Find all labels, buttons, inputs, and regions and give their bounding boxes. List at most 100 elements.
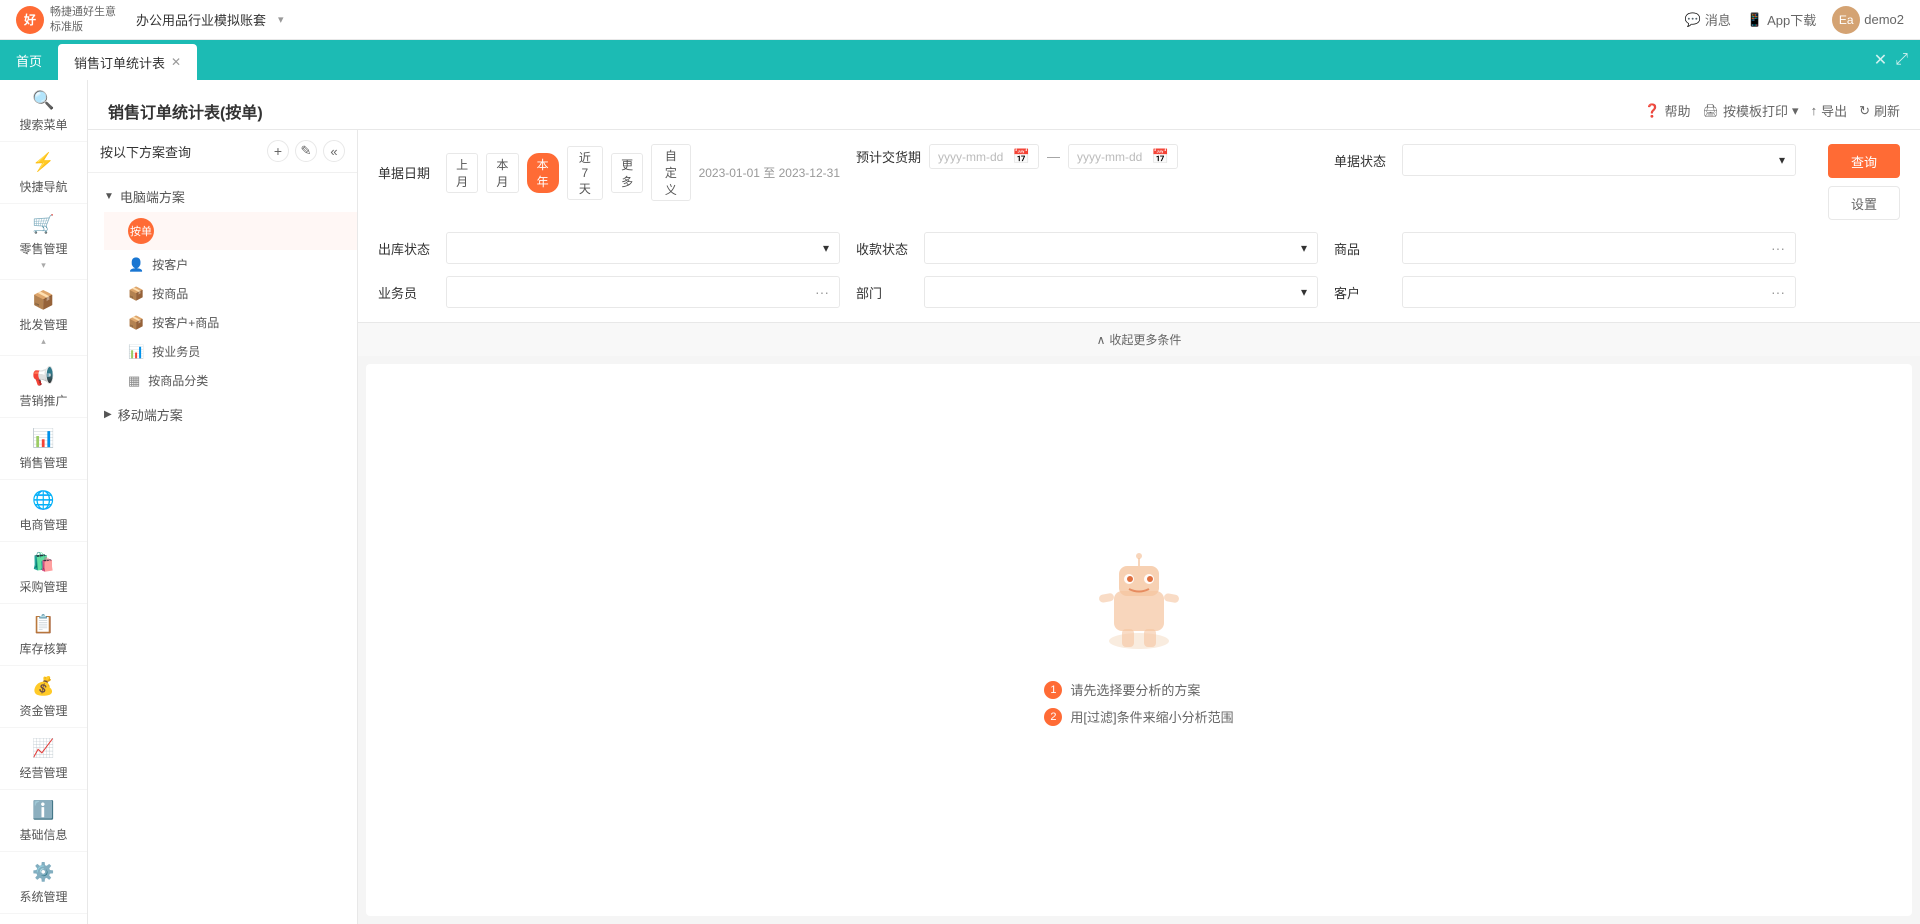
tree-parent-pc[interactable]: ▼ 电脑端方案: [88, 181, 357, 212]
page-title: 销售订单统计表(按单): [108, 99, 263, 123]
sidebar-item-inventory[interactable]: 📋 库存核算: [0, 604, 87, 666]
sidebar-item-search-menu[interactable]: 🔍 搜索菜单: [0, 80, 87, 142]
category-icon: ▦: [128, 373, 140, 389]
scheme-item-by-customer[interactable]: 👤 按客户: [104, 250, 357, 279]
left-panel-header: 按以下方案查询 + ✎ «: [88, 130, 357, 173]
tree-parent-mobile[interactable]: ▶ 移动端方案: [88, 399, 357, 430]
payment-status-chevron-icon: ▾: [1301, 241, 1307, 255]
expected-date-end[interactable]: yyyy-mm-dd 📅: [1068, 144, 1178, 169]
collapse-conditions-button[interactable]: ∧ 收起更多条件: [358, 322, 1920, 356]
date-btn-this-year[interactable]: 本年: [527, 153, 559, 193]
print-icon: 🖨: [1703, 103, 1720, 119]
cust-goods-icon: 📦: [128, 315, 144, 331]
goods-input[interactable]: ···: [1402, 232, 1796, 264]
empty-state: 1 请先选择要分析的方案 2 用[过滤]条件来缩小分析范围: [366, 364, 1912, 916]
collapse-panel-button[interactable]: «: [323, 140, 345, 162]
sidebar-item-wholesale-mgmt[interactable]: 📦 批发管理 ▴: [0, 280, 87, 356]
export-icon: ↑: [1811, 103, 1818, 118]
filter-row-2: 出库状态 ▾ 收款状态 ▾: [378, 232, 1900, 264]
logo-icon: 好: [16, 6, 44, 34]
expand-icon[interactable]: ⤢: [1895, 51, 1908, 69]
scheme-item-by-goods[interactable]: 📦 按商品: [104, 279, 357, 308]
active-scheme-indicator: 按单: [128, 218, 154, 244]
calendar-end-icon: 📅: [1152, 148, 1169, 165]
out-status-block: 出库状态 ▾: [378, 232, 840, 264]
filter-section: 单据日期 上月 本月 本年 近7天 更多 自定义 2023-01-01 至 20…: [358, 130, 1920, 322]
scheme-item-by-salesman[interactable]: 📊 按业务员: [104, 337, 357, 366]
tab-home[interactable]: 首页: [0, 40, 58, 80]
scheme-item-by-customer-goods[interactable]: 📦 按客户+商品: [104, 308, 357, 337]
payment-status-select[interactable]: ▾: [924, 232, 1318, 264]
salesman-dots-icon[interactable]: ···: [815, 284, 829, 300]
sidebar-item-sales-mgmt[interactable]: 📊 销售管理: [0, 418, 87, 480]
sidebar: 🔍 搜索菜单 ⚡ 快捷导航 🛒 零售管理 ▾ 📦 批发管理 ▴ 📢 营销推广 📊…: [0, 80, 88, 924]
dept-select[interactable]: ▾: [924, 276, 1318, 308]
edit-scheme-button[interactable]: ✎: [295, 140, 317, 162]
ops-icon: 📈: [32, 738, 54, 759]
close-tab-icon[interactable]: ✕: [1874, 50, 1887, 70]
logo-text: 畅捷通好生意 标准版: [50, 5, 116, 34]
salesman-label: 业务员: [378, 283, 438, 302]
top-bar: 好 畅捷通好生意 标准版 办公用品行业模拟账套 ▾ 💬 消息 📱 App下载 E…: [0, 0, 1920, 40]
date-btn-last-month[interactable]: 上月: [446, 153, 478, 193]
goods-dots-icon[interactable]: ···: [1771, 240, 1785, 256]
date-btn-this-month[interactable]: 本月: [486, 153, 518, 193]
sidebar-item-basic-info[interactable]: ℹ️ 基础信息: [0, 790, 87, 852]
salesman-icon: 📊: [128, 344, 144, 360]
tab-close-icon[interactable]: ✕: [171, 55, 181, 69]
expected-date-start[interactable]: yyyy-mm-dd 📅: [929, 144, 1039, 169]
out-status-select[interactable]: ▾: [446, 232, 840, 264]
help-button[interactable]: ❓ 帮助: [1644, 101, 1690, 120]
settings-button[interactable]: 设置: [1828, 186, 1900, 220]
payment-status-label: 收款状态: [856, 239, 916, 258]
customer-input[interactable]: ···: [1402, 276, 1796, 308]
refresh-button[interactable]: ↻ 刷新: [1859, 101, 1900, 120]
help-icon: ❓: [1644, 103, 1660, 119]
date-quick-buttons: 上月 本月 本年 近7天 更多 自定义: [446, 144, 691, 201]
status-select[interactable]: ▾: [1402, 144, 1796, 176]
filter-row-3: 业务员 ··· 部门 ▾: [378, 276, 1900, 308]
sidebar-item-finance[interactable]: 💰 资金管理: [0, 666, 87, 728]
date-filter-block: 单据日期 上月 本月 本年 近7天 更多 自定义 2023-01-01 至 20…: [378, 144, 840, 201]
workspace-arrow[interactable]: ▾: [278, 13, 284, 26]
filter-row-1: 单据日期 上月 本月 本年 近7天 更多 自定义 2023-01-01 至 20…: [378, 144, 1900, 220]
tab-sales-order-stat[interactable]: 销售订单统计表 ✕: [58, 44, 197, 80]
print-button[interactable]: 🖨 按模板打印 ▾: [1703, 101, 1799, 120]
sidebar-item-sys-mgmt[interactable]: ⚙️ 系统管理: [0, 852, 87, 914]
app-download-button[interactable]: 📱 App下载: [1747, 10, 1816, 29]
date-btn-7days[interactable]: 近7天: [567, 146, 603, 200]
basic-info-icon: ℹ️: [32, 800, 54, 821]
refresh-icon: ↻: [1859, 103, 1870, 119]
date-sep: —: [1047, 149, 1060, 164]
customer-dots-icon[interactable]: ···: [1771, 284, 1785, 300]
tip-num-1: 1: [1044, 681, 1062, 699]
salesman-input[interactable]: ···: [446, 276, 840, 308]
empty-tip-2: 2 用[过滤]条件来缩小分析范围: [1044, 707, 1233, 726]
sidebar-item-retail-mgmt[interactable]: 🛒 零售管理 ▾: [0, 204, 87, 280]
scheme-item-by-order[interactable]: 按单: [104, 212, 357, 250]
sidebar-item-marketing[interactable]: 📢 营销推广: [0, 356, 87, 418]
date-btn-more[interactable]: 更多: [611, 153, 643, 193]
query-button[interactable]: 查询: [1828, 144, 1900, 178]
add-scheme-button[interactable]: +: [267, 140, 289, 162]
export-button[interactable]: ↑ 导出: [1811, 101, 1848, 120]
sidebar-item-ops-mgmt[interactable]: 📈 经营管理: [0, 728, 87, 790]
scheme-item-by-goods-category[interactable]: ▦ 按商品分类: [104, 366, 357, 395]
quick-nav-icon: ⚡: [32, 152, 54, 173]
chat-icon: 💬: [1685, 12, 1701, 28]
top-bar-left: 好 畅捷通好生意 标准版 办公用品行业模拟账套 ▾: [16, 5, 284, 34]
marketing-icon: 📢: [32, 366, 54, 387]
sidebar-item-quick-nav[interactable]: ⚡ 快捷导航: [0, 142, 87, 204]
date-btn-custom[interactable]: 自定义: [651, 144, 690, 201]
action-buttons: 查询 设置: [1812, 144, 1900, 220]
print-chevron-icon: ▾: [1792, 103, 1799, 119]
person-icon: 👤: [128, 257, 144, 273]
message-button[interactable]: 💬 消息: [1685, 10, 1731, 29]
date-label: 单据日期: [378, 163, 438, 182]
user-menu[interactable]: Ea demo2: [1832, 6, 1904, 34]
sidebar-item-ecom-mgmt[interactable]: 🌐 电商管理: [0, 480, 87, 542]
goods-block: 商品 ···: [1334, 232, 1796, 264]
empty-robot-svg: [1089, 546, 1189, 656]
sidebar-item-purchase-mgmt[interactable]: 🛍️ 采购管理: [0, 542, 87, 604]
sidebar-item-enterprise[interactable]: 🤝 企业协同: [0, 914, 87, 924]
